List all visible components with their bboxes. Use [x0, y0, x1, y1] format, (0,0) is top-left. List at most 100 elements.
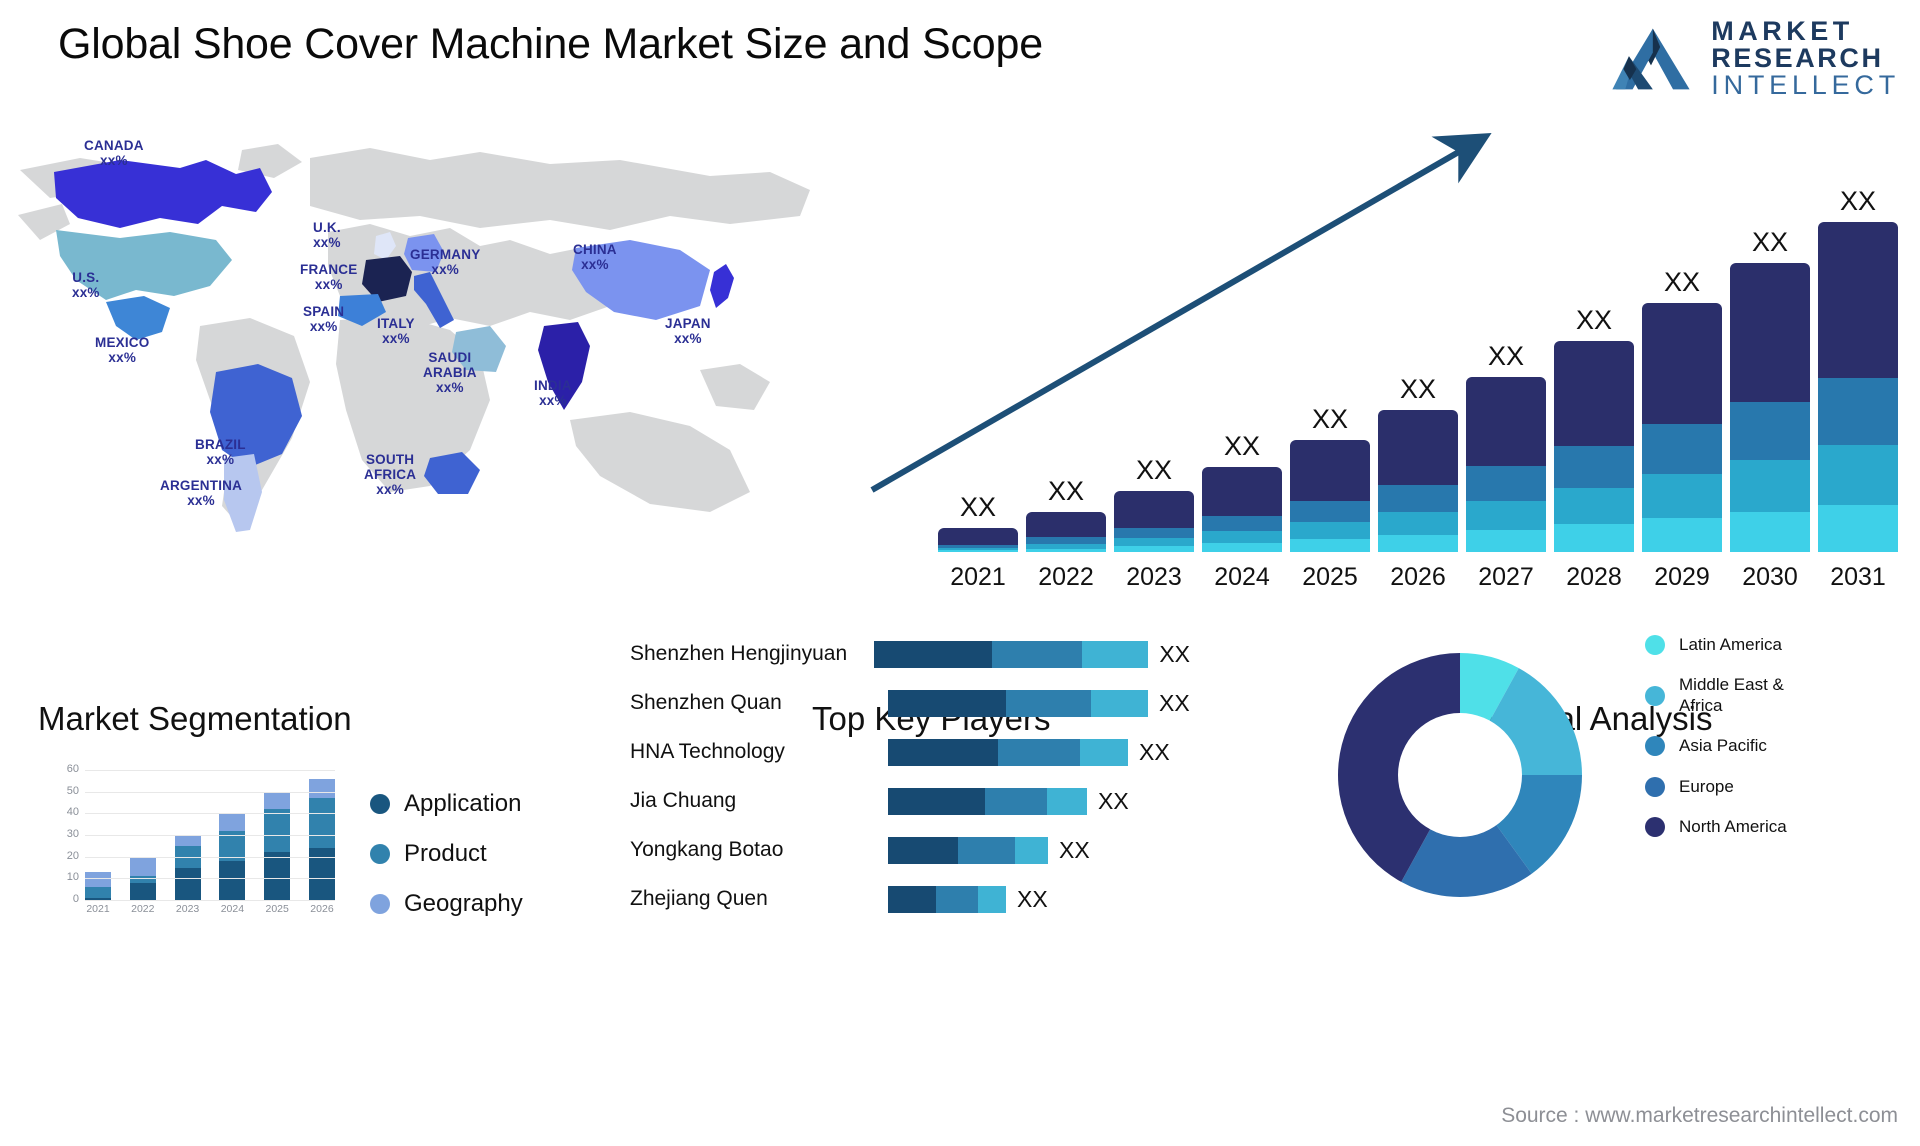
segmentation-segment-product: [308, 798, 335, 848]
forecast-x-tick: 2029: [1654, 563, 1710, 591]
forecast-bar-value: XX: [1135, 455, 1173, 486]
map-country-value: xx%: [431, 262, 460, 278]
map-country-value: xx%: [314, 277, 343, 293]
key-player-segment-part-2: [958, 836, 1015, 864]
forecast-bar-value: XX: [1311, 403, 1349, 434]
segmentation-legend-item[interactable]: Application: [370, 790, 523, 818]
map-label-spain: SPAIN xx%: [303, 304, 344, 334]
forecast-segment-segment-3: [1378, 484, 1458, 513]
forecast-x-tick: 2022: [1038, 563, 1094, 591]
forecast-bar-2029: XX: [1642, 267, 1722, 552]
forecast-bar-stack: [1114, 491, 1194, 552]
key-player-segment-part-2: [1006, 689, 1091, 717]
forecast-segment-segment-2: [1554, 488, 1634, 525]
key-player-value: XX: [1059, 836, 1090, 863]
segmentation-y-tick: 20: [66, 849, 79, 862]
segmentation-y-tick: 0: [72, 893, 79, 905]
forecast-bar-2027: XX: [1466, 341, 1546, 553]
donut-hole: [1398, 713, 1522, 837]
forecast-segment-segment-4-top: [1202, 467, 1282, 516]
segmentation-gridline: [85, 878, 335, 880]
map-country-name: MEXICO: [95, 335, 150, 350]
source-note: Source : www.marketresearchintellect.com: [1501, 1104, 1898, 1127]
forecast-segment-segment-2: [1378, 512, 1458, 535]
forecast-x-tick: 2023: [1126, 563, 1182, 591]
key-player-row: HNA Technology XX: [630, 732, 1190, 772]
segmentation-gridline: [85, 770, 335, 771]
key-player-name: Shenzhen Hengjinyuan: [630, 642, 848, 665]
regional-legend-label: Latin America: [1679, 635, 1782, 654]
segmentation-gridline: [85, 856, 335, 858]
forecast-segment-segment-1-bottom: [1026, 548, 1106, 552]
segmentation-x-tick: 2026: [310, 903, 334, 915]
map-country-name: U.K.: [313, 220, 341, 235]
market-segmentation-chart: 0 10 20 30 40 50 60 2021 2022 2023 2024 2025 2026 A…: [30, 760, 523, 920]
forecast-segment-segment-4-top: [1642, 302, 1722, 425]
forecast-segment-segment-4-top: [1378, 409, 1458, 485]
forecast-bar-value: XX: [959, 491, 997, 522]
map-country-value: xx%: [539, 393, 567, 409]
regional-legend-label: Middle East & Africa: [1679, 675, 1784, 715]
regional-legend-item[interactable]: Asia Pacific: [1645, 736, 1829, 757]
key-player-value: XX: [1017, 885, 1048, 912]
key-player-segment-part-1: [888, 738, 998, 766]
forecast-bar-value: XX: [1575, 304, 1613, 335]
key-player-name: Jia Chuang: [630, 789, 737, 812]
page-title: Global Shoe Cover Machine Market Size an…: [58, 20, 1043, 68]
regional-legend-label: Asia Pacific: [1679, 736, 1767, 756]
legend-dot-icon: [1645, 635, 1665, 656]
legend-dot-icon: [1645, 685, 1665, 706]
regional-legend-item[interactable]: Latin America: [1645, 635, 1829, 656]
map-country-name: SOUTH AFRICA: [364, 452, 417, 483]
map-label-japan: JAPAN xx%: [665, 316, 711, 346]
regional-legend-item[interactable]: Europe: [1645, 777, 1829, 797]
regional-legend-label: North America: [1679, 816, 1787, 836]
forecast-bar-2031: XX: [1818, 186, 1898, 552]
segmentation-gridline: [85, 900, 335, 901]
key-player-value: XX: [1159, 689, 1190, 716]
map-country-name: JAPAN: [665, 316, 711, 331]
map-country-name: BRAZIL: [195, 437, 246, 452]
forecast-bar-stack: [1290, 439, 1370, 552]
brand-logo: MARKET RESEARCH INTELLECT: [1605, 18, 1900, 99]
segmentation-legend-item[interactable]: Product: [370, 840, 523, 868]
segmentation-legend-label: Product: [404, 840, 487, 867]
forecast-x-tick: 2024: [1214, 563, 1270, 591]
logo-line-3: INTELLECT: [1711, 70, 1900, 100]
map-label-brazil: BRAZIL xx%: [195, 437, 246, 467]
segmentation-legend: Application Product Geography: [370, 790, 523, 918]
map-country-value: xx%: [376, 482, 404, 498]
forecast-bar-2022: XX: [1026, 476, 1106, 552]
map-country-value: xx%: [674, 331, 702, 347]
forecast-segment-segment-2: [1466, 501, 1546, 531]
segmentation-segment-product: [85, 887, 111, 898]
key-player-segment-part-3: [1082, 640, 1149, 668]
forecast-segment-segment-4-top: [938, 527, 1018, 545]
regional-legend-item[interactable]: North America: [1645, 816, 1829, 838]
legend-dot-icon: [370, 844, 390, 864]
forecast-chart: XX XX XX XX XX XX XX XX XX XX XX 2021 2022 2023 2024 2…: [838, 128, 1916, 598]
segmentation-x-tick: 2023: [175, 903, 200, 915]
key-player-value: XX: [1139, 738, 1170, 765]
forecast-x-tick: 2026: [1390, 563, 1446, 591]
forecast-segment-segment-4-top: [1290, 439, 1370, 502]
segmentation-y-tick: 50: [66, 784, 79, 797]
forecast-x-tick: 2025: [1302, 563, 1358, 591]
legend-dot-icon: [1645, 736, 1665, 757]
forecast-bar-stack: [1378, 409, 1458, 552]
regional-legend-item[interactable]: Middle East & Africa: [1645, 675, 1829, 716]
forecast-segment-segment-1-bottom: [1114, 546, 1194, 552]
map-country-name: ARGENTINA: [160, 478, 243, 493]
key-player-segment-part-1: [888, 787, 985, 815]
forecast-segment-segment-2: [1642, 474, 1722, 519]
forecast-x-tick: 2028: [1566, 563, 1622, 591]
segmentation-legend-item[interactable]: Geography: [370, 890, 523, 918]
forecast-bar-value: XX: [1839, 186, 1877, 216]
map-country-value: xx%: [206, 452, 235, 468]
country-japan: [710, 264, 734, 308]
forecast-segment-segment-4-top: [1554, 340, 1634, 447]
forecast-bars: XX XX XX XX XX XX XX XX XX XX XX: [858, 132, 1898, 552]
segmentation-segment-geography: [264, 791, 291, 810]
forecast-segment-segment-3: [1466, 466, 1546, 502]
logo-line-2: RESEARCH: [1711, 43, 1884, 73]
